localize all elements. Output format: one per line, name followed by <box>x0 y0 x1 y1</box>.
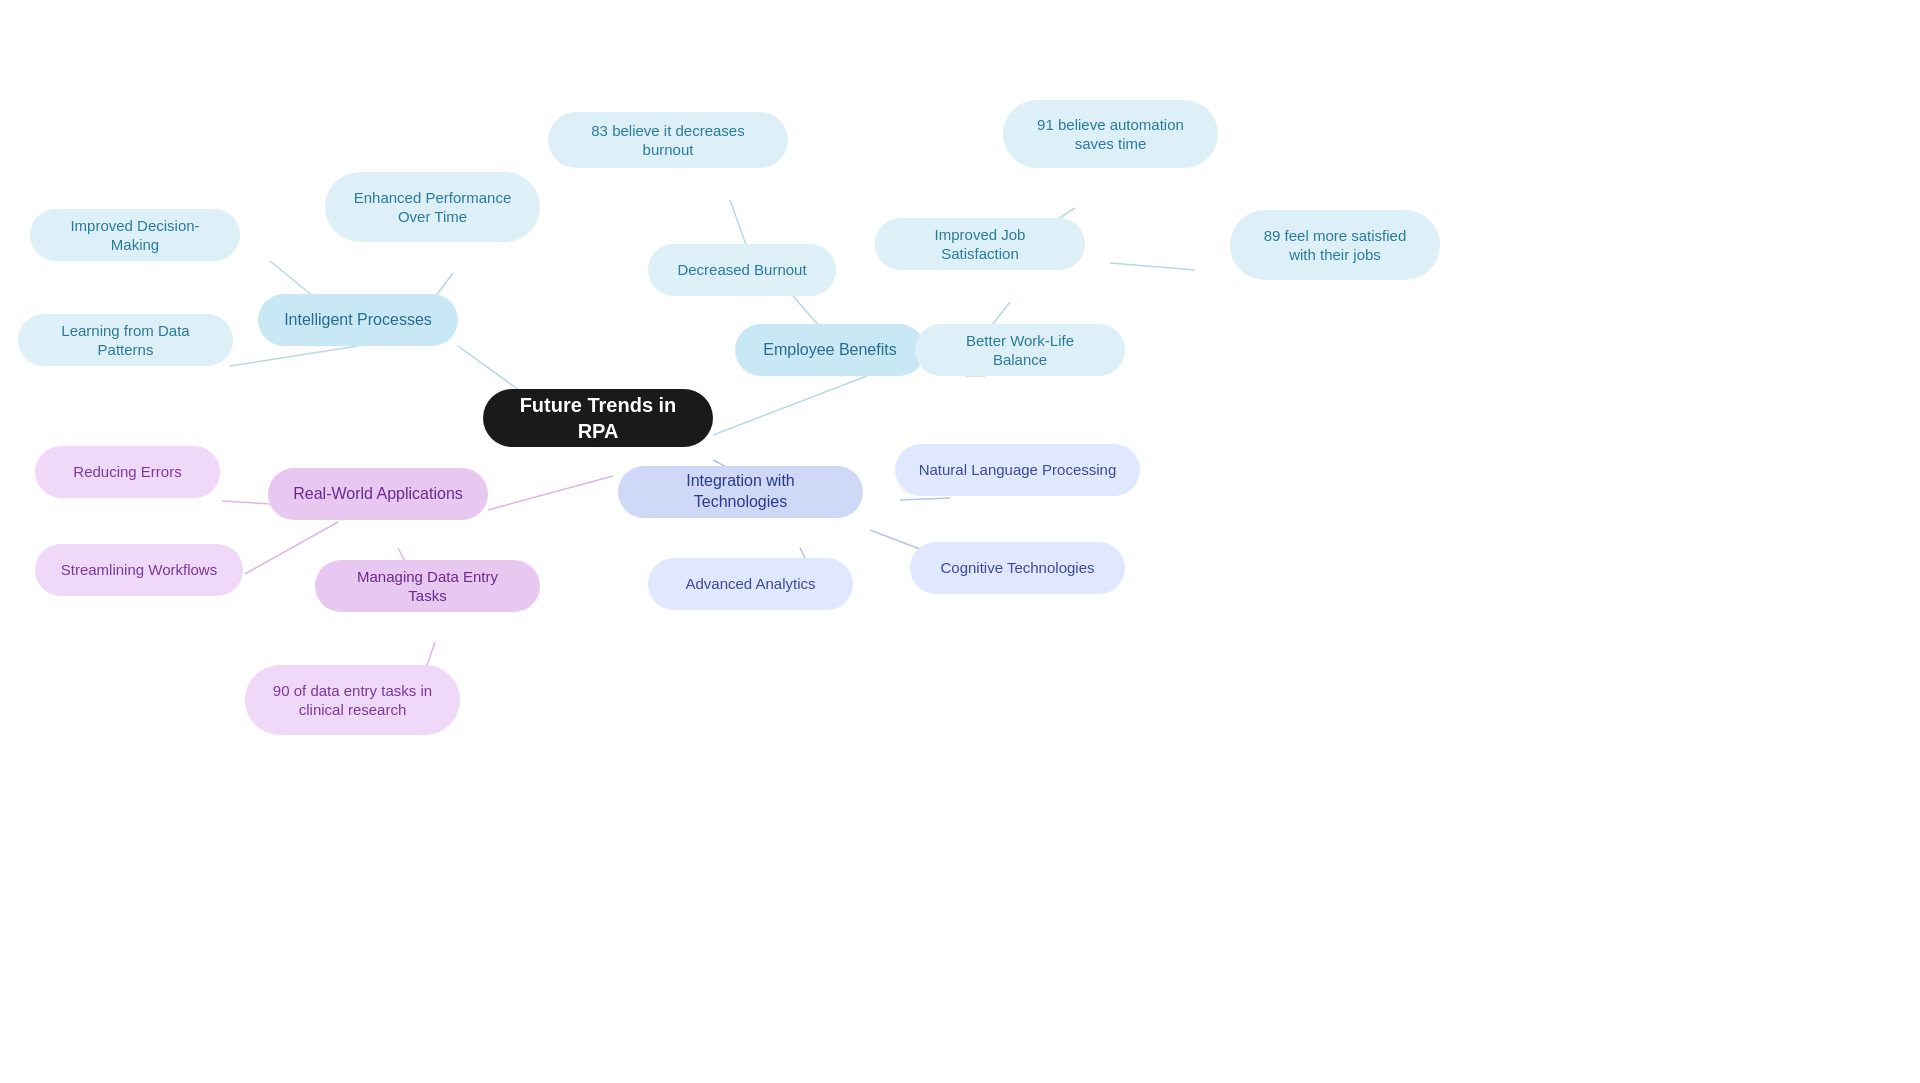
streamlining-node: Streamlining Workflows <box>35 544 243 596</box>
svg-line-11 <box>488 476 613 510</box>
svg-line-3 <box>230 346 358 366</box>
intelligent-processes-label: Intelligent Processes <box>284 310 432 331</box>
svg-line-17 <box>900 498 950 500</box>
reducing-errors-node: Reducing Errors <box>35 446 220 498</box>
decreased-burnout-label: Decreased Burnout <box>677 260 806 280</box>
managing-data-label: Managing Data Entry Tasks <box>337 567 518 606</box>
svg-line-4 <box>713 376 867 435</box>
advanced-analytics-node: Advanced Analytics <box>648 558 853 610</box>
believe-saves-time-node: 91 believe automation saves time <box>1003 100 1218 168</box>
cognitive-tech-label: Cognitive Technologies <box>941 558 1095 578</box>
real-world-apps-label: Real-World Applications <box>293 484 463 505</box>
employee-benefits-label: Employee Benefits <box>763 340 896 361</box>
improved-job-sat-node: Improved Job Satisfaction <box>875 218 1085 270</box>
managing-data-node: Managing Data Entry Tasks <box>315 560 540 612</box>
integration-tech-node: Integration with Technologies <box>618 466 863 518</box>
decreased-burnout-node: Decreased Burnout <box>648 244 836 296</box>
feel-satisfied-label: 89 feel more satisfied with their jobs <box>1252 226 1418 265</box>
center-node: Future Trends in RPA <box>483 389 713 447</box>
advanced-analytics-label: Advanced Analytics <box>685 574 815 594</box>
nlp-node: Natural Language Processing <box>895 444 1140 496</box>
improved-decision-label: Improved Decision-Making <box>52 216 218 255</box>
employee-benefits-node: Employee Benefits <box>735 324 925 376</box>
improved-job-sat-label: Improved Job Satisfaction <box>897 225 1063 264</box>
integration-tech-label: Integration with Technologies <box>640 471 841 513</box>
streamlining-label: Streamlining Workflows <box>61 560 217 580</box>
center-label: Future Trends in RPA <box>505 392 691 444</box>
believe-burnout-label: 83 believe it decreases burnout <box>570 121 766 160</box>
feel-satisfied-node: 89 feel more satisfied with their jobs <box>1230 210 1440 280</box>
better-work-life-node: Better Work-Life Balance <box>915 324 1125 376</box>
svg-line-9 <box>1110 263 1195 270</box>
improved-decision-node: Improved Decision-Making <box>30 209 240 261</box>
real-world-apps-node: Real-World Applications <box>268 468 488 520</box>
data-entry-stat-label: 90 of data entry tasks in clinical resea… <box>267 681 438 720</box>
enhanced-performance-node: Enhanced Performance Over Time <box>325 172 540 242</box>
data-entry-stat-node: 90 of data entry tasks in clinical resea… <box>245 665 460 735</box>
nlp-label: Natural Language Processing <box>919 460 1117 480</box>
better-work-life-label: Better Work-Life Balance <box>937 331 1103 370</box>
reducing-errors-label: Reducing Errors <box>73 462 181 482</box>
believe-saves-time-label: 91 believe automation saves time <box>1025 115 1196 154</box>
believe-burnout-node: 83 believe it decreases burnout <box>548 112 788 168</box>
intelligent-processes-node: Intelligent Processes <box>258 294 458 346</box>
cognitive-tech-node: Cognitive Technologies <box>910 542 1125 594</box>
enhanced-performance-label: Enhanced Performance Over Time <box>347 188 518 227</box>
learning-data-node: Learning from Data Patterns <box>18 314 233 366</box>
learning-data-label: Learning from Data Patterns <box>40 321 211 360</box>
